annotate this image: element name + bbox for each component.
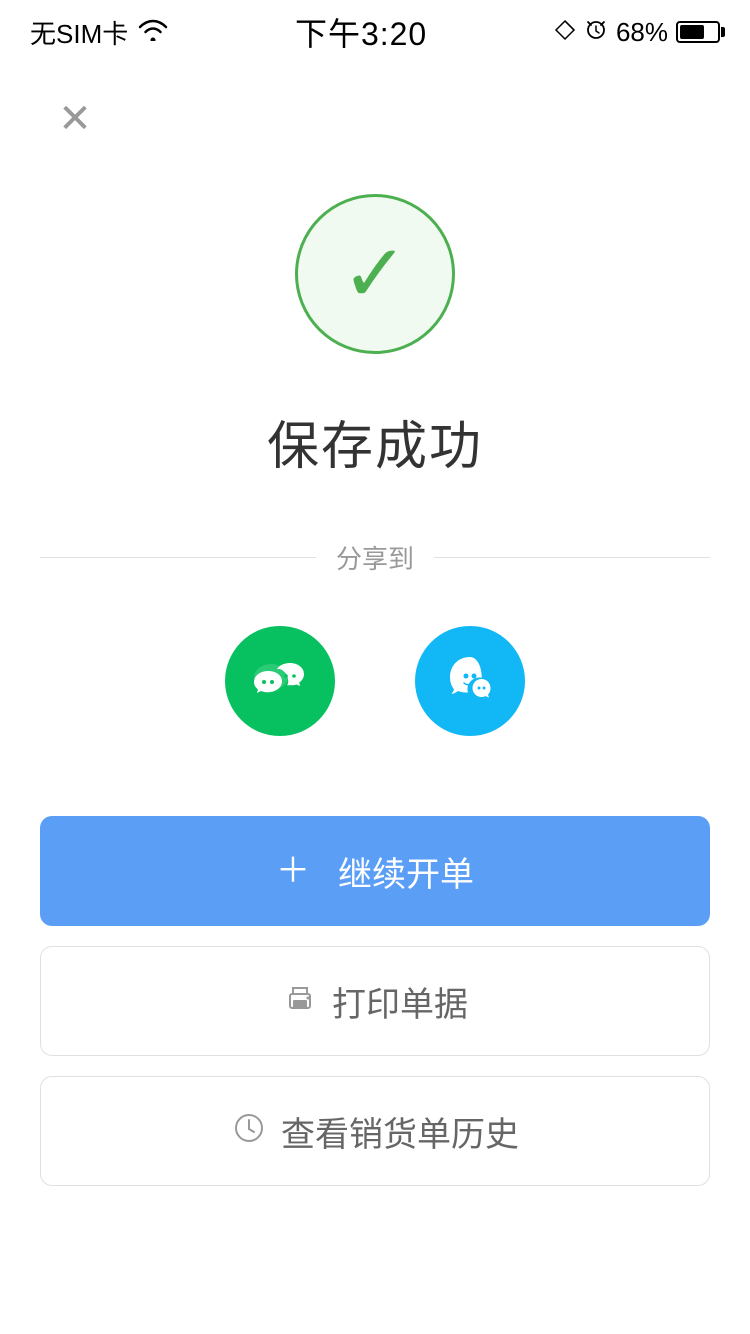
status-right: 68% (554, 17, 720, 48)
main-content: ✓ 保存成功 分享到 (0, 174, 750, 1186)
carrier-text: 无SIM卡 (30, 14, 128, 51)
alarm-icon (584, 17, 608, 48)
print-button[interactable]: 打印单据 (40, 946, 710, 1056)
battery-icon (676, 21, 720, 43)
history-button[interactable]: 查看销货单历史 (40, 1076, 710, 1186)
success-circle: ✓ (295, 194, 455, 354)
share-divider: 分享到 (40, 539, 710, 576)
battery-percentage: 68% (616, 17, 668, 48)
plus-icon: ＋ (276, 854, 310, 888)
share-icons-row (225, 626, 525, 736)
continue-text: 继续开单 (338, 847, 474, 896)
qq-share-button[interactable] (415, 626, 525, 736)
wifi-icon (138, 17, 168, 48)
divider-line-right (434, 557, 710, 558)
printer-icon (282, 980, 318, 1022)
status-bar: 无SIM卡 下午3:20 68% (0, 0, 750, 64)
wechat-share-button[interactable] (225, 626, 335, 736)
success-title: 保存成功 (267, 404, 483, 479)
share-label: 分享到 (336, 539, 414, 576)
divider-line-left (40, 557, 316, 558)
status-left: 无SIM卡 (30, 14, 168, 51)
close-icon[interactable]: ✕ (50, 94, 100, 144)
checkmark-icon: ✓ (341, 234, 408, 314)
print-label: 打印单据 (332, 977, 468, 1026)
status-time: 下午3:20 (295, 9, 427, 55)
location-icon (554, 17, 576, 48)
history-label: 查看销货单历史 (281, 1107, 519, 1156)
action-buttons: ＋ 继续开单 打印单据 查 (40, 816, 710, 1186)
clock-icon (231, 1110, 267, 1152)
continue-button[interactable]: ＋ 继续开单 (40, 816, 710, 926)
close-button-row: ✕ (0, 64, 750, 174)
